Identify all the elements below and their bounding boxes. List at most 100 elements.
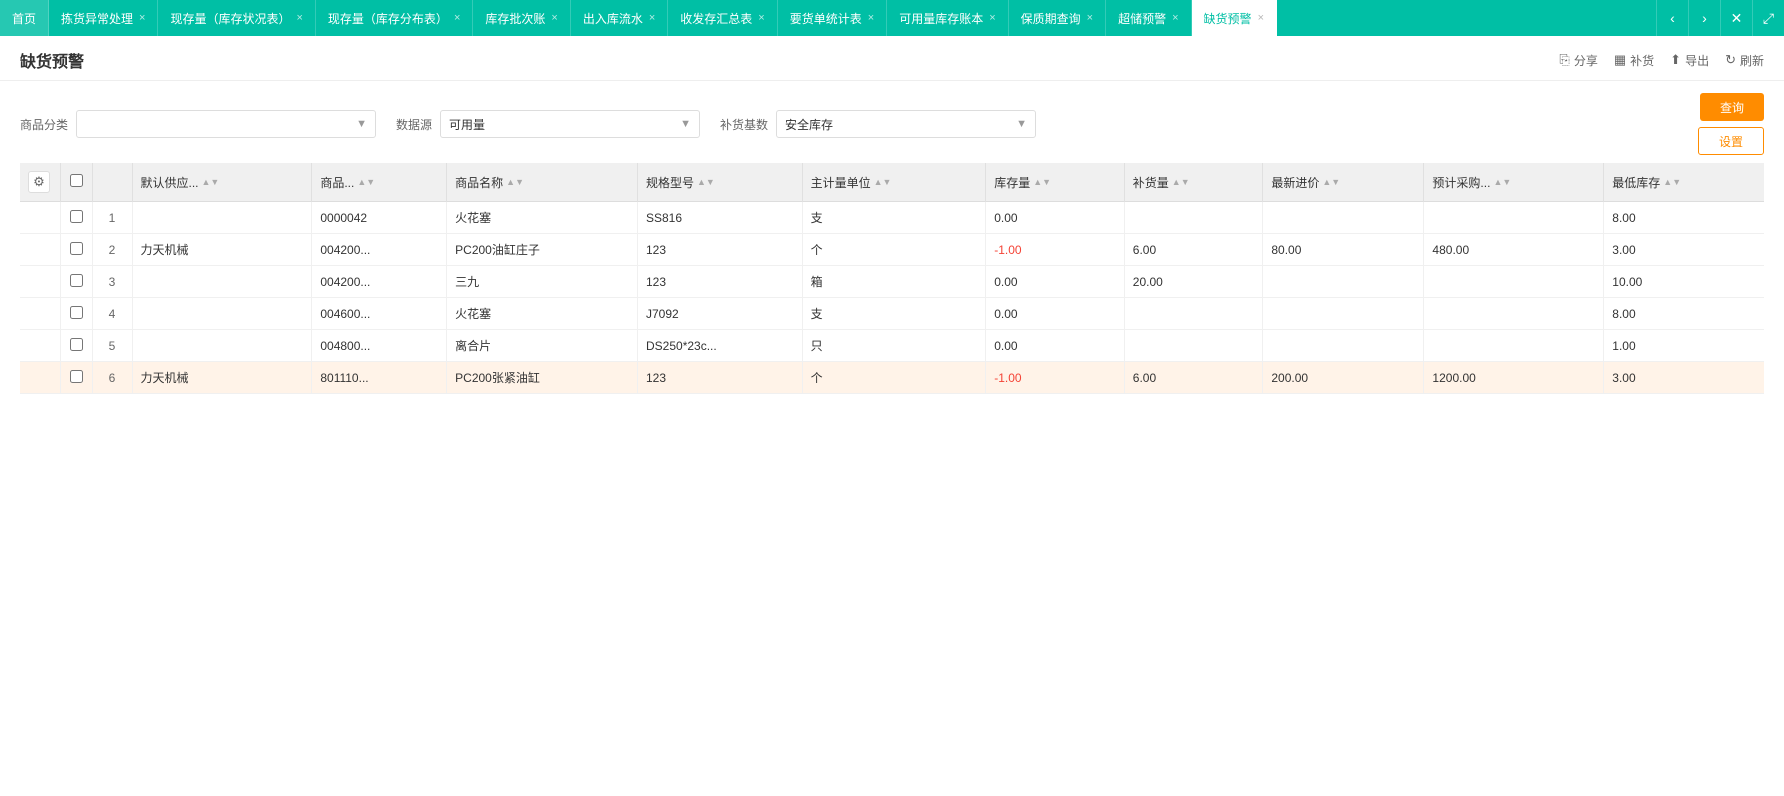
sort-latest-price-icon: ▲▼ bbox=[1322, 178, 1340, 187]
row-checkbox-0[interactable] bbox=[70, 210, 83, 223]
th-gear[interactable]: ⚙ bbox=[20, 163, 60, 202]
product-code-cell-1: 004200... bbox=[312, 234, 447, 266]
stock-cell-0: 0.00 bbox=[986, 202, 1125, 234]
row-checkbox-1[interactable] bbox=[70, 242, 83, 255]
nav-tab-close-5[interactable]: × bbox=[649, 12, 655, 24]
nav-close-button[interactable]: ✕ bbox=[1720, 0, 1752, 36]
row-checkbox-2[interactable] bbox=[70, 274, 83, 287]
latest-price-cell-1: 80.00 bbox=[1263, 234, 1424, 266]
th-product-code[interactable]: 商品... ▲▼ bbox=[312, 163, 447, 202]
top-nav: 首页拣货异常处理×现存量（库存状况表）×现存量（库存分布表）×库存批次账×出入库… bbox=[0, 0, 1784, 36]
product-name-cell-2: 三九 bbox=[447, 266, 638, 298]
row-num-4: 5 bbox=[92, 330, 132, 362]
row-gear-cell-5 bbox=[20, 362, 60, 394]
nav-tab-1[interactable]: 拣货异常处理× bbox=[49, 0, 158, 36]
th-stock[interactable]: 库存量 ▲▼ bbox=[986, 163, 1125, 202]
nav-tab-close-7[interactable]: × bbox=[868, 12, 874, 24]
replenish-base-select[interactable]: 安全库存 ▼ bbox=[776, 110, 1036, 138]
share-button[interactable]: ⎘ 分享 bbox=[1559, 52, 1597, 69]
th-estimated-purchase[interactable]: 预计采购... ▲▼ bbox=[1424, 163, 1604, 202]
nav-tab-7[interactable]: 要货单统计表× bbox=[778, 0, 887, 36]
replenish-cell-5: 6.00 bbox=[1124, 362, 1263, 394]
latest-price-cell-0 bbox=[1263, 202, 1424, 234]
query-button[interactable]: 查询 bbox=[1700, 93, 1764, 121]
row-num-3: 4 bbox=[92, 298, 132, 330]
nav-tab-close-6[interactable]: × bbox=[758, 12, 764, 24]
replenish-cell-0 bbox=[1124, 202, 1263, 234]
th-default-supplier[interactable]: 默认供应... ▲▼ bbox=[132, 163, 312, 202]
estimated-purchase-cell-0 bbox=[1424, 202, 1604, 234]
th-spec[interactable]: 规格型号 ▲▼ bbox=[638, 163, 803, 202]
th-product-name[interactable]: 商品名称 ▲▼ bbox=[447, 163, 638, 202]
replenish-base-chevron-icon: ▼ bbox=[1016, 118, 1027, 130]
spec-cell-1: 123 bbox=[638, 234, 803, 266]
stock-cell-3: 0.00 bbox=[986, 298, 1125, 330]
export-icon: ⬆ bbox=[1670, 52, 1681, 68]
nav-tab-close-2[interactable]: × bbox=[296, 12, 302, 24]
default-supplier-cell-3 bbox=[132, 298, 312, 330]
nav-tab-3[interactable]: 现存量（库存分布表）× bbox=[316, 0, 473, 36]
unit-cell-5: 个 bbox=[802, 362, 986, 394]
row-gear-cell-1 bbox=[20, 234, 60, 266]
row-checkbox-cell-0 bbox=[60, 202, 92, 234]
table-row: 4004600...火花塞J7092支0.008.00 bbox=[20, 298, 1764, 330]
th-min-stock[interactable]: 最低库存 ▲▼ bbox=[1604, 163, 1764, 202]
nav-prev-button[interactable]: ‹ bbox=[1656, 0, 1688, 36]
select-all-checkbox[interactable] bbox=[70, 174, 83, 187]
datasource-select[interactable]: 可用量 ▼ bbox=[440, 110, 700, 138]
settings-button[interactable]: 设置 bbox=[1698, 127, 1764, 155]
sort-spec-icon: ▲▼ bbox=[697, 178, 715, 187]
nav-tab-label-9: 保质期查询 bbox=[1021, 10, 1081, 27]
nav-tab-9[interactable]: 保质期查询 × bbox=[1009, 0, 1106, 36]
th-latest-price[interactable]: 最新进价 ▲▼ bbox=[1263, 163, 1424, 202]
product-name-cell-1: PC200油缸庄子 bbox=[447, 234, 638, 266]
nav-tab-10[interactable]: 超储预警× bbox=[1106, 0, 1191, 36]
nav-tab-close-9[interactable]: × bbox=[1087, 12, 1093, 24]
category-select[interactable]: ▼ bbox=[76, 110, 376, 138]
estimated-purchase-cell-2 bbox=[1424, 266, 1604, 298]
nav-tab-4[interactable]: 库存批次账× bbox=[473, 0, 570, 36]
table-row: 6力天机械801110...PC200张紧油缸123个-1.006.00200.… bbox=[20, 362, 1764, 394]
replenish-base-label: 补货基数 bbox=[720, 116, 768, 133]
table-body: 10000042火花塞SS816支0.008.002力天机械004200...P… bbox=[20, 202, 1764, 394]
unit-cell-1: 个 bbox=[802, 234, 986, 266]
nav-tab-label-5: 出入库流水 bbox=[583, 10, 643, 27]
nav-tab-6[interactable]: 收发存汇总表× bbox=[668, 0, 777, 36]
nav-tab-0[interactable]: 首页 bbox=[0, 0, 49, 36]
th-checkbox[interactable] bbox=[60, 163, 92, 202]
estimated-purchase-cell-4 bbox=[1424, 330, 1604, 362]
row-gear-cell-4 bbox=[20, 330, 60, 362]
nav-tab-close-10[interactable]: × bbox=[1172, 12, 1178, 24]
replenish-cell-2: 20.00 bbox=[1124, 266, 1263, 298]
nav-tab-11[interactable]: 缺货预警× bbox=[1192, 0, 1277, 36]
refresh-button[interactable]: ↻ 刷新 bbox=[1725, 52, 1764, 69]
gear-settings-icon[interactable]: ⚙ bbox=[28, 171, 50, 193]
row-checkbox-3[interactable] bbox=[70, 306, 83, 319]
export-button[interactable]: ⬆ 导出 bbox=[1670, 52, 1709, 69]
spec-cell-5: 123 bbox=[638, 362, 803, 394]
row-checkbox-4[interactable] bbox=[70, 338, 83, 351]
default-supplier-cell-4 bbox=[132, 330, 312, 362]
row-gear-cell-2 bbox=[20, 266, 60, 298]
nav-tab-close-4[interactable]: × bbox=[551, 12, 557, 24]
nav-tab-close-8[interactable]: × bbox=[989, 12, 995, 24]
nav-next-button[interactable]: › bbox=[1688, 0, 1720, 36]
nav-tab-5[interactable]: 出入库流水 × bbox=[571, 0, 668, 36]
row-checkbox-5[interactable] bbox=[70, 370, 83, 383]
table-container: ⚙ 默认供应... ▲▼ 商品. bbox=[0, 163, 1784, 394]
page-header: 缺货预警 ⎘ 分享 ▦ 补货 ⬆ 导出 ↻ 刷新 bbox=[0, 36, 1784, 81]
nav-tab-8[interactable]: 可用量库存账本× bbox=[887, 0, 1008, 36]
unit-cell-3: 支 bbox=[802, 298, 986, 330]
sort-supplier-icon: ▲▼ bbox=[202, 178, 220, 187]
replenish-button[interactable]: ▦ 补货 bbox=[1614, 52, 1654, 69]
min-stock-cell-0: 8.00 bbox=[1604, 202, 1764, 234]
nav-tab-close-3[interactable]: × bbox=[454, 12, 460, 24]
th-unit[interactable]: 主计量单位 ▲▼ bbox=[802, 163, 986, 202]
nav-tab-close-11[interactable]: × bbox=[1258, 12, 1264, 24]
th-replenish[interactable]: 补货量 ▲▼ bbox=[1124, 163, 1263, 202]
nav-tab-2[interactable]: 现存量（库存状况表）× bbox=[158, 0, 315, 36]
latest-price-cell-3 bbox=[1263, 298, 1424, 330]
nav-expand-button[interactable]: ⤢ bbox=[1752, 0, 1784, 36]
th-row-num bbox=[92, 163, 132, 202]
nav-tab-close-1[interactable]: × bbox=[139, 12, 145, 24]
